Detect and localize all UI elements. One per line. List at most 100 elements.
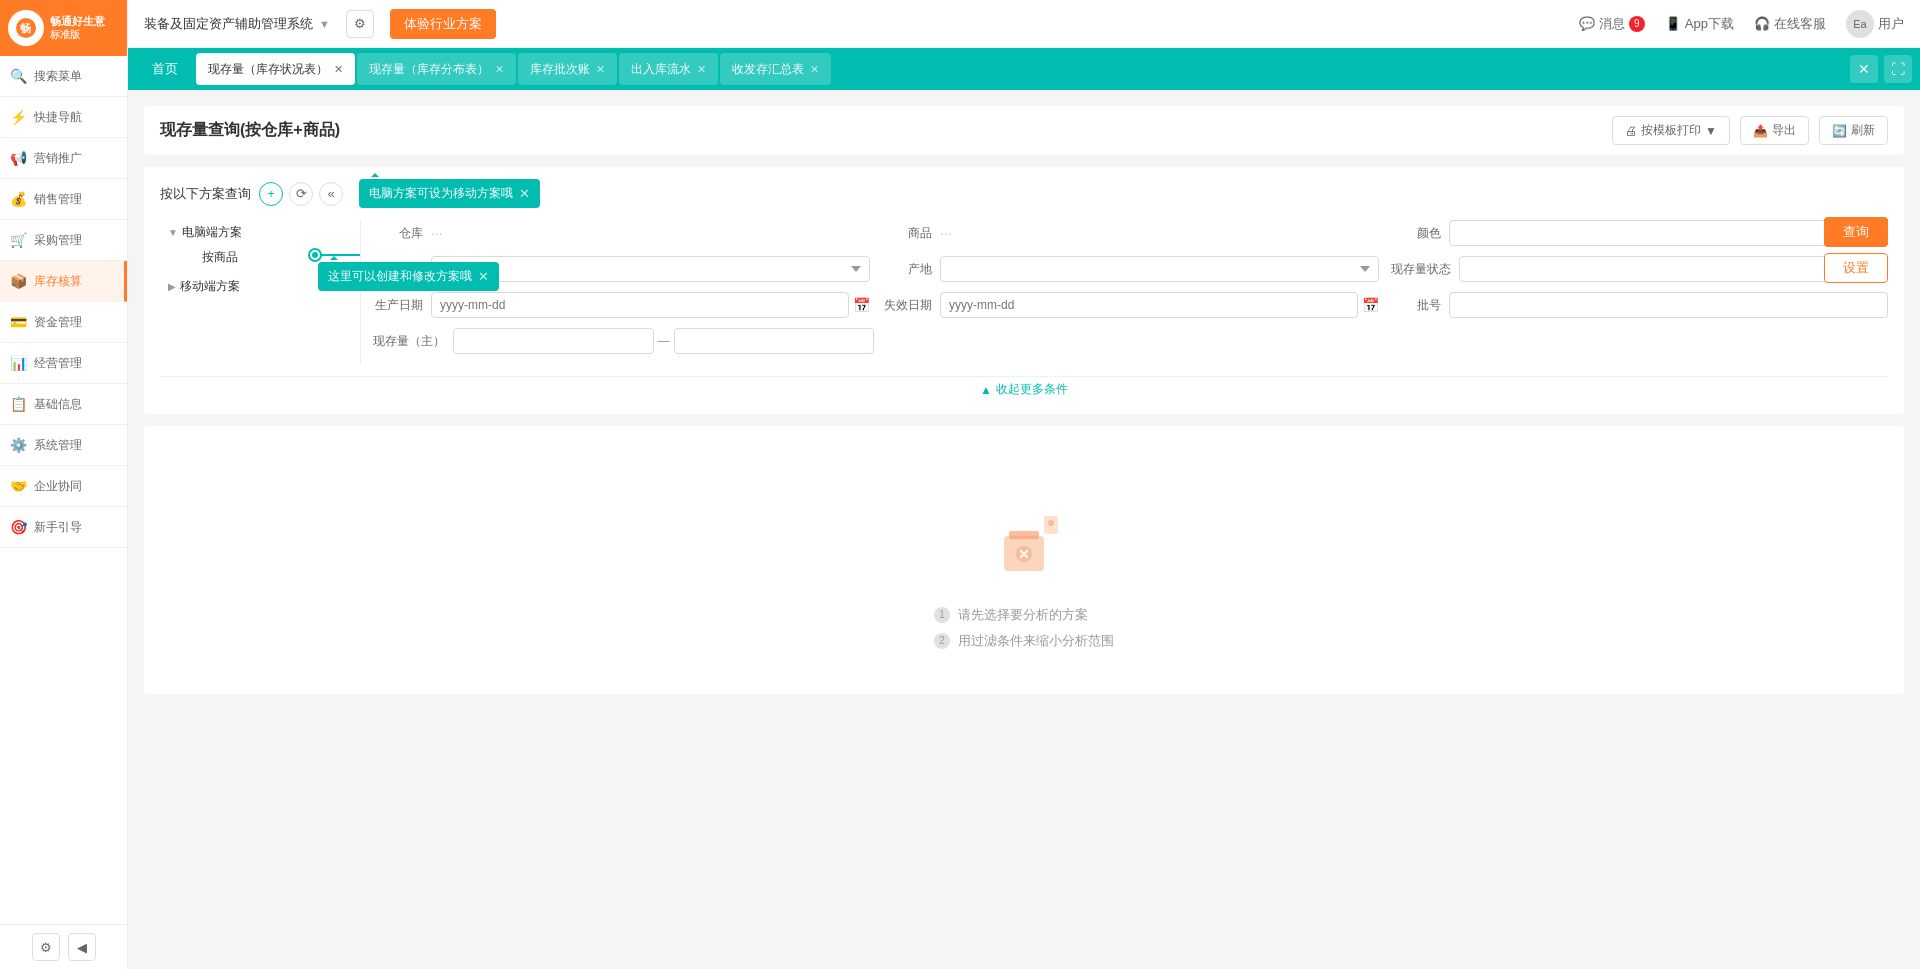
sidebar-item-inventory[interactable]: 📦 库存核算 [0, 261, 127, 302]
tab-batch-ledger[interactable]: 库存批次账 ✕ [518, 53, 617, 85]
tab-close-all-btn[interactable]: ✕ [1850, 55, 1878, 83]
tab-inventory-status[interactable]: 现存量（库存状况表） ✕ [196, 53, 355, 85]
system-name-text: 装备及固定资产辅助管理系统 [144, 15, 313, 33]
warehouse-label: 仓库 [373, 225, 423, 242]
expire-date-label: 失效日期 [882, 297, 932, 314]
tab-inventory-dist[interactable]: 现存量（库存分布表） ✕ [357, 53, 516, 85]
marketing-icon: 📢 [8, 148, 28, 168]
logo-icon: 畅 [8, 10, 44, 46]
app-name: 畅通好生意 [50, 14, 105, 28]
prod-date-calendar-icon[interactable]: 📅 [853, 297, 870, 313]
expire-date-start[interactable] [940, 292, 1358, 318]
color-label: 颜色 [1391, 225, 1441, 242]
collapse-btn[interactable]: ▲ 收起更多条件 [980, 381, 1068, 398]
prod-date-label: 生产日期 [373, 297, 423, 314]
expire-date-calendar-icon[interactable]: 📅 [1362, 297, 1379, 313]
user-area[interactable]: Ea 用户 [1846, 10, 1904, 38]
sidebar-item-quick-nav[interactable]: ⚡ 快捷导航 [0, 97, 127, 138]
tab-home[interactable]: 首页 [136, 53, 194, 85]
tab-close-inventory-dist[interactable]: ✕ [495, 63, 504, 76]
sidebar-item-sales[interactable]: 💰 销售管理 [0, 179, 127, 220]
tab-expand-btn[interactable]: ⛶ [1884, 55, 1912, 83]
qty-range-sep: — [658, 334, 670, 348]
pointer-line [320, 254, 360, 256]
pc-group-arrow: ▼ [168, 227, 178, 238]
online-support-btn[interactable]: 🎧 在线客服 [1754, 15, 1826, 33]
sidebar-item-operations[interactable]: 📊 经营管理 [0, 343, 127, 384]
chevron-down-icon: ▼ [1705, 124, 1717, 138]
filter-header-label: 按以下方案查询 [160, 185, 251, 203]
enterprise-icon: 🤝 [8, 476, 28, 496]
sidebar-item-enterprise[interactable]: 🤝 企业协同 [0, 466, 127, 507]
operations-icon: 📊 [8, 353, 28, 373]
prev-scheme-btn[interactable]: « [319, 182, 343, 206]
main-area: 装备及固定资产辅助管理系统 ▼ ⚙ 体验行业方案 💬 消息 9 📱 App下载 … [128, 0, 1920, 969]
empty-illustration [984, 506, 1064, 586]
messages-btn[interactable]: 💬 消息 9 [1579, 15, 1645, 33]
sidebar-item-finance[interactable]: 💳 资金管理 [0, 302, 127, 343]
sidebar-item-purchase[interactable]: 🛒 采购管理 [0, 220, 127, 261]
settings-btn[interactable]: ⚙ [32, 933, 60, 961]
tooltip2-close-btn[interactable]: ✕ [478, 269, 489, 284]
inventory-icon: 📦 [8, 271, 28, 291]
purchase-icon: 🛒 [8, 230, 28, 250]
sidebar-item-marketing[interactable]: 📢 营销推广 [0, 138, 127, 179]
user-avatar: Ea [1846, 10, 1874, 38]
search-btn[interactable]: 查询 [1824, 217, 1888, 247]
tab-in-out-flow[interactable]: 出入库流水 ✕ [619, 53, 718, 85]
filter-row-2: 尺码 产地 现存量状态 [373, 256, 1888, 282]
global-settings-btn[interactable]: ⚙ [346, 10, 374, 38]
collapse-row: ▲ 收起更多条件 [160, 376, 1888, 402]
batch-input[interactable] [1449, 292, 1888, 318]
guide-icon: 🎯 [8, 517, 28, 537]
filter-color: 颜色 [1391, 220, 1888, 246]
filter-prod-date: 生产日期 📅 [373, 292, 870, 318]
origin-select[interactable] [940, 256, 1379, 282]
prod-date-start[interactable] [431, 292, 849, 318]
search-btn-group: 查询 设置 [1824, 217, 1888, 283]
export-btn[interactable]: 📤 导出 [1740, 116, 1809, 145]
filter-qty: 现存量（主） — [373, 328, 874, 354]
app-download-btn[interactable]: 📱 App下载 [1665, 15, 1734, 33]
tab-bar: 首页 现存量（库存状况表） ✕ 现存量（库存分布表） ✕ 库存批次账 ✕ 出入库… [128, 48, 1920, 90]
sidebar-bottom: ⚙ ◀ [0, 924, 127, 969]
reset-btn[interactable]: 设置 [1824, 253, 1888, 283]
refresh-btn[interactable]: 🔄 刷新 [1819, 116, 1888, 145]
tab-close-inventory-status[interactable]: ✕ [334, 63, 343, 76]
edit-scheme-btn[interactable]: ⟳ [289, 182, 313, 206]
app-logo: 畅 畅通好生意 标准版 [0, 0, 127, 56]
sidebar-item-search[interactable]: 🔍 搜索菜单 [0, 56, 127, 97]
collapse-up-icon: ▲ [980, 383, 992, 397]
goods-label: 商品 [882, 225, 932, 242]
tooltip1-close-btn[interactable]: ✕ [519, 186, 530, 201]
empty-text: 1 请先选择要分析的方案 2 用过滤条件来缩小分析范围 [934, 602, 1114, 654]
sidebar: 畅 畅通好生意 标准版 🔍 搜索菜单 ⚡ 快捷导航 📢 营销推广 💰 销售管理 … [0, 0, 128, 969]
qty-label: 现存量（主） [373, 333, 445, 350]
quick-nav-icon: ⚡ [8, 107, 28, 127]
tab-close-batch-ledger[interactable]: ✕ [596, 63, 605, 76]
scheme-pc-group[interactable]: ▼ 电脑端方案 [160, 220, 340, 245]
color-select[interactable] [1449, 220, 1888, 246]
qty-max-input[interactable] [674, 328, 875, 354]
trial-btn[interactable]: 体验行业方案 [390, 9, 496, 39]
phone-icon: 📱 [1665, 16, 1681, 31]
sidebar-item-guide[interactable]: 🎯 新手引导 [0, 507, 127, 548]
sidebar-item-base-info[interactable]: 📋 基础信息 [0, 384, 127, 425]
system-chevron-icon: ▼ [319, 18, 330, 30]
finance-icon: 💳 [8, 312, 28, 332]
qty-min-input[interactable] [453, 328, 654, 354]
tab-close-recv-send[interactable]: ✕ [810, 63, 819, 76]
template-print-btn[interactable]: 🖨 按模板打印 ▼ [1612, 116, 1730, 145]
tab-close-in-out-flow[interactable]: ✕ [697, 63, 706, 76]
page-title-bar: 现存量查询(按仓库+商品) 🖨 按模板打印 ▼ 📤 导出 🔄 刷新 [144, 106, 1904, 155]
filter-expire-date: 失效日期 📅 [882, 292, 1379, 318]
collapse-sidebar-btn[interactable]: ◀ [68, 933, 96, 961]
mobile-group-arrow: ▶ [168, 281, 176, 292]
add-scheme-btn[interactable]: + [259, 182, 283, 206]
sidebar-item-system[interactable]: ⚙️ 系统管理 [0, 425, 127, 466]
goods-dotdot: ··· [940, 225, 952, 241]
filter-origin: 产地 [882, 256, 1379, 282]
refresh-icon: 🔄 [1832, 124, 1847, 138]
svg-point-8 [1048, 520, 1054, 526]
tab-recv-send[interactable]: 收发存汇总表 ✕ [720, 53, 831, 85]
